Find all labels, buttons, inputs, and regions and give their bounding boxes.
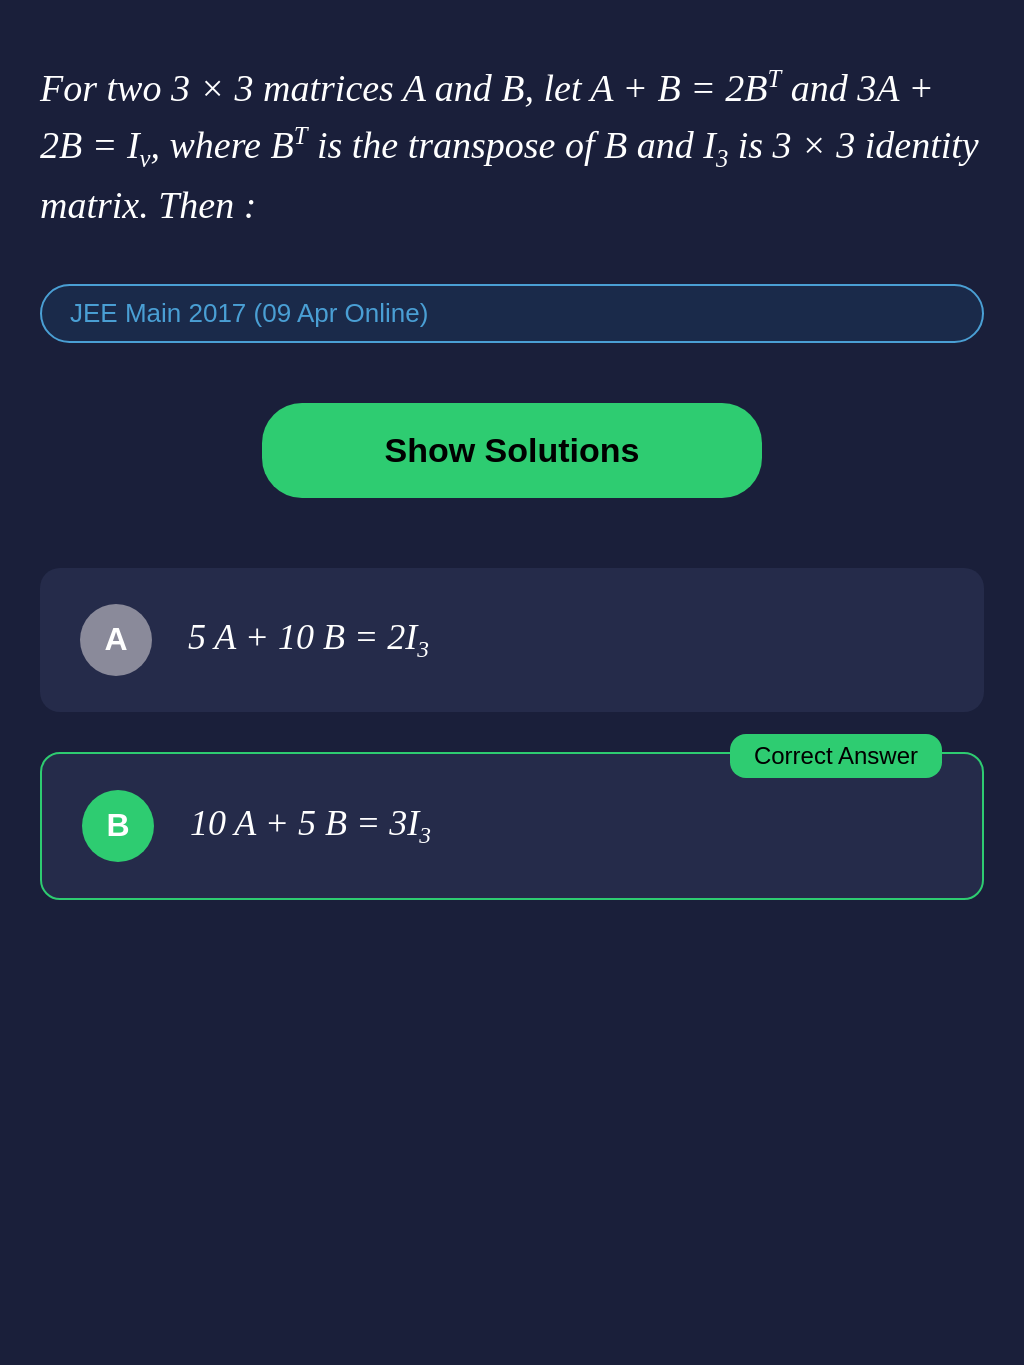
correct-answer-badge: Correct Answer xyxy=(730,734,942,778)
option-label-a: A xyxy=(80,604,152,676)
option-text-b: 10 A + 5 B = 3I3 xyxy=(190,802,431,849)
option-text-a: 5 A + 10 B = 2I3 xyxy=(188,616,429,663)
option-label-b: B xyxy=(82,790,154,862)
option-card-b[interactable]: Correct Answer B 10 A + 5 B = 3I3 xyxy=(40,752,984,900)
exam-tag-badge: JEE Main 2017 (09 Apr Online) xyxy=(40,284,984,343)
option-card-a[interactable]: A 5 A + 10 B = 2I3 xyxy=(40,568,984,712)
question-text: For two 3 × 3 matrices A and B, let A + … xyxy=(40,60,984,234)
show-solutions-button[interactable]: Show Solutions xyxy=(262,403,762,498)
